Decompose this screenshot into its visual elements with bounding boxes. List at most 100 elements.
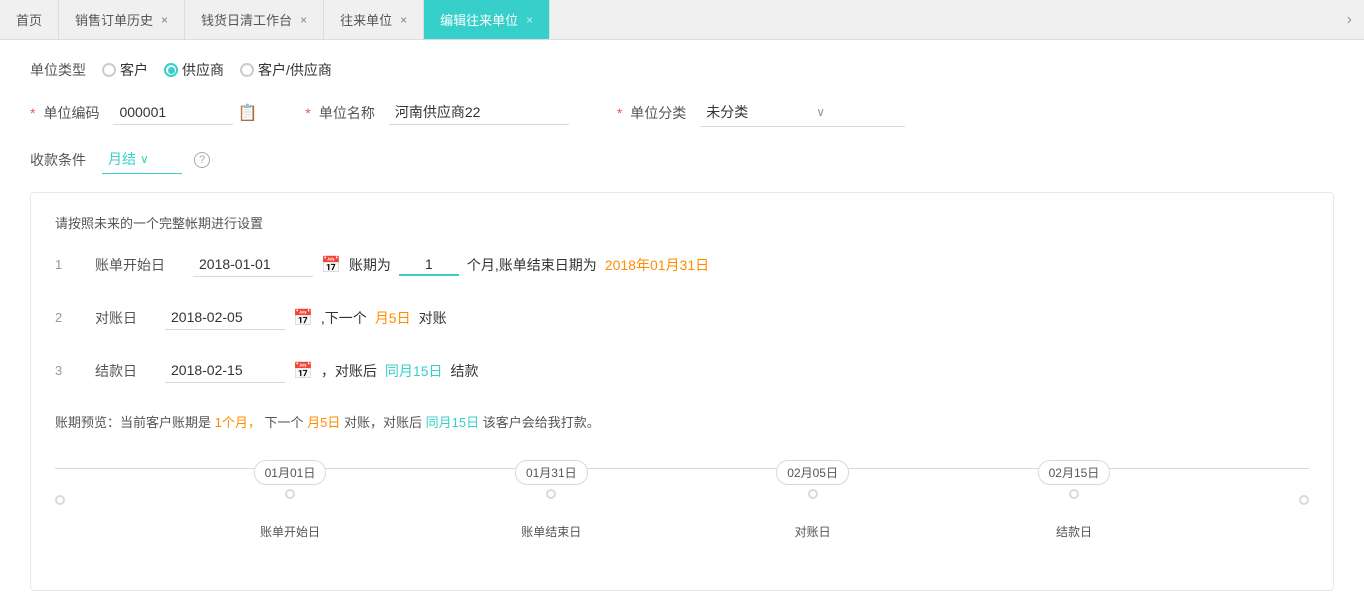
- close-icon-sales[interactable]: ×: [161, 13, 168, 27]
- required-star-name: *: [305, 105, 310, 121]
- help-icon[interactable]: ?: [194, 152, 210, 168]
- payment-select[interactable]: 月结 ∨: [102, 145, 182, 174]
- required-star-code: *: [30, 105, 35, 121]
- radio-dot-supplier: [168, 67, 175, 74]
- payment-day-highlight: 同月15日: [385, 361, 443, 381]
- tab-sales-order-history[interactable]: 销售订单历史 ×: [59, 0, 185, 39]
- period-input[interactable]: [399, 254, 459, 276]
- row-label-2: 对账日: [95, 308, 137, 328]
- payment-row: 收款条件 月结 ∨ ?: [30, 145, 1334, 174]
- payment-date-input[interactable]: [165, 358, 285, 383]
- timeline-dot-3: [808, 489, 818, 499]
- tab-sales-order-history-label: 销售订单历史: [75, 10, 153, 29]
- timeline-badge-3: 02月05日: [776, 460, 849, 485]
- setting-row-2: 2 对账日 📅 ,下一个 月5日 对账: [55, 305, 1309, 330]
- unit-classify-select[interactable]: 未分类 ∨: [700, 98, 905, 127]
- unit-name-label: 单位名称: [319, 103, 375, 123]
- preview-after: 对账，对账后: [344, 415, 422, 430]
- reconcile-date-input[interactable]: [165, 305, 285, 330]
- timeline-dot-start: [55, 495, 65, 505]
- timeline-points: 01月01日 账单开始日 01月31日 账单结束日 02月05日 对账日 02月…: [55, 460, 1309, 540]
- close-icon-edit[interactable]: ×: [526, 13, 533, 27]
- radio-circle-customer: [102, 63, 116, 77]
- tab-partner-unit[interactable]: 往来单位 ×: [324, 0, 424, 39]
- period-unit: 个月,账单结束日期为: [467, 255, 597, 275]
- period-label: 账期为: [349, 255, 391, 275]
- payment-desc-prefix: ，对账后: [321, 361, 377, 381]
- payment-calendar-icon[interactable]: 📅: [293, 361, 313, 381]
- timeline-dot-end: [1299, 495, 1309, 505]
- row-number-3: 3: [55, 363, 75, 378]
- unit-classify-group: * 单位分类 未分类 ∨: [617, 98, 905, 127]
- unit-code-input[interactable]: [113, 100, 233, 125]
- timeline-sublabel-1: 账单开始日: [260, 523, 320, 540]
- tab-home-label: 首页: [16, 10, 42, 29]
- row-content-2: 📅 ,下一个 月5日 对账: [165, 305, 447, 330]
- timeline-dot-4: [1069, 489, 1079, 499]
- preview-day5: 月5日: [307, 415, 340, 430]
- unit-code-group: * 单位编码 📋: [30, 100, 257, 125]
- tabs-arrow[interactable]: ›: [1335, 11, 1364, 29]
- radio-label-customer: 客户: [120, 60, 148, 80]
- row-content-3: 📅 ，对账后 同月15日 结款: [165, 358, 479, 383]
- timeline-sublabel-2: 账单结束日: [521, 523, 581, 540]
- preview-prefix: 账期预览：当前客户账期是: [55, 415, 211, 430]
- unit-type-row: 单位类型 客户 供应商 客户/供应商: [30, 60, 1334, 80]
- tab-home[interactable]: 首页: [0, 0, 59, 39]
- end-date-highlight: 2018年01月31日: [605, 255, 709, 275]
- required-star-classify: *: [617, 105, 622, 121]
- row-label-1: 账单开始日: [95, 255, 165, 275]
- row-number-1: 1: [55, 257, 75, 272]
- payment-value: 月结: [108, 149, 136, 169]
- unit-name-input[interactable]: [389, 100, 569, 125]
- classify-dropdown-arrow: ∨: [816, 105, 825, 119]
- row-content-1: 📅 账期为 个月,账单结束日期为 2018年01月31日: [193, 252, 709, 277]
- unit-name-group: * 单位名称: [305, 100, 568, 125]
- radio-label-both: 客户/供应商: [258, 60, 332, 80]
- radio-customer[interactable]: 客户: [102, 60, 148, 80]
- unit-info-row: * 单位编码 📋 * 单位名称 * 单位分类 未分类 ∨: [30, 98, 1334, 127]
- reconcile-day-highlight: 月5日: [375, 308, 411, 328]
- unit-classify-label: 单位分类: [630, 103, 686, 123]
- unit-code-label: 单位编码: [43, 103, 99, 123]
- preview-mid: 下一个: [265, 415, 304, 430]
- tab-cash-work-label: 钱货日清工作台: [201, 10, 292, 29]
- radio-supplier[interactable]: 供应商: [164, 60, 224, 80]
- tabs-bar: 首页 销售订单历史 × 钱货日清工作台 × 往来单位 × 编辑往来单位 × ›: [0, 0, 1364, 40]
- reconcile-desc-prefix: ,下一个: [321, 308, 367, 328]
- preview-end: 该客户会给我打款。: [483, 415, 600, 430]
- unit-type-radio-group: 客户 供应商 客户/供应商: [102, 60, 332, 80]
- start-date-calendar-icon[interactable]: 📅: [321, 255, 341, 275]
- payment-label: 收款条件: [30, 150, 86, 170]
- setting-row-3: 3 结款日 📅 ，对账后 同月15日 结款: [55, 358, 1309, 383]
- reconcile-calendar-icon[interactable]: 📅: [293, 308, 313, 328]
- start-date-input[interactable]: [193, 252, 313, 277]
- row-number-2: 2: [55, 310, 75, 325]
- unit-code-input-group: 📋: [113, 100, 257, 125]
- timeline-dot-2: [546, 489, 556, 499]
- radio-both[interactable]: 客户/供应商: [240, 60, 332, 80]
- radio-circle-both: [240, 63, 254, 77]
- preview-day15: 同月15日: [426, 415, 479, 430]
- timeline-badge-4: 02月15日: [1038, 460, 1111, 485]
- radio-label-supplier: 供应商: [182, 60, 224, 80]
- timeline-sublabel-3: 对账日: [795, 523, 831, 540]
- tab-cash-work[interactable]: 钱货日清工作台 ×: [185, 0, 324, 39]
- unit-type-label: 单位类型: [30, 60, 86, 80]
- close-icon-cash[interactable]: ×: [300, 13, 307, 27]
- main-content: 单位类型 客户 供应商 客户/供应商 * 单位编码: [0, 40, 1364, 611]
- radio-circle-supplier: [164, 63, 178, 77]
- timeline-dot-1: [285, 489, 295, 499]
- preview-text: 账期预览：当前客户账期是 1个月， 下一个 月5日 对账，对账后 同月15日 该…: [55, 411, 1309, 434]
- classify-value: 未分类: [706, 102, 748, 122]
- reconcile-desc-suffix: 对账: [419, 308, 447, 328]
- timeline-point-1: 01月01日 账单开始日: [254, 460, 327, 540]
- setting-row-1: 1 账单开始日 📅 账期为 个月,账单结束日期为 2018年01月31日: [55, 252, 1309, 277]
- payment-desc-suffix: 结款: [451, 361, 479, 381]
- panel-title: 请按照未来的一个完整帐期进行设置: [55, 213, 1309, 232]
- close-icon-partner[interactable]: ×: [400, 13, 407, 27]
- timeline: 01月01日 账单开始日 01月31日 账单结束日 02月05日 对账日 02月…: [55, 450, 1309, 570]
- unit-code-icon[interactable]: 📋: [237, 103, 257, 123]
- tab-edit-partner[interactable]: 编辑往来单位 ×: [424, 0, 550, 39]
- timeline-badge-1: 01月01日: [254, 460, 327, 485]
